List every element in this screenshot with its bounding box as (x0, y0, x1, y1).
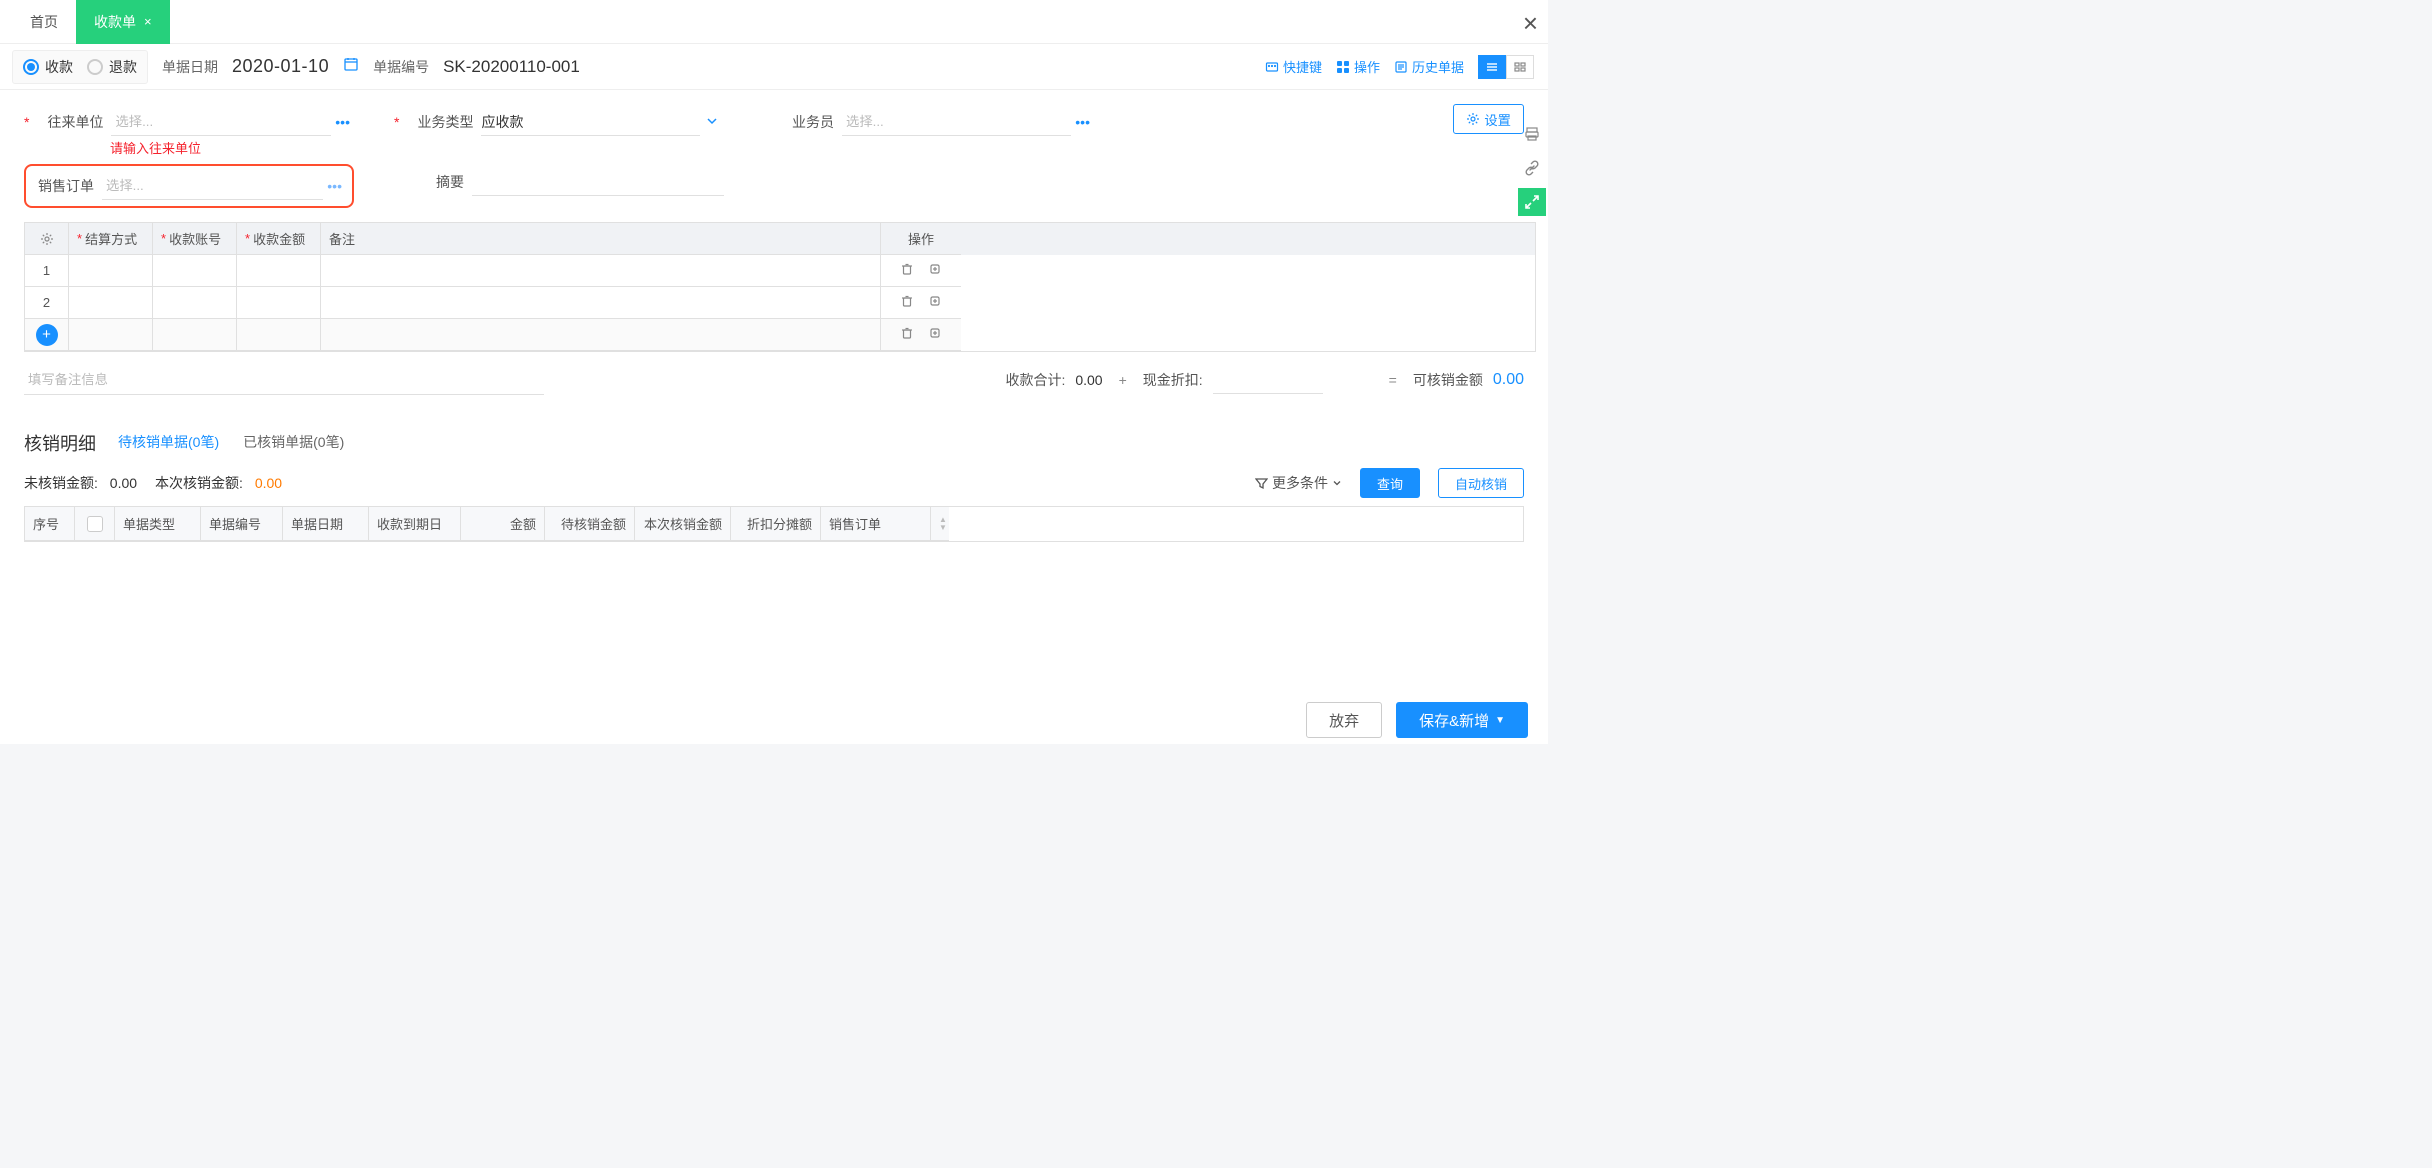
copy-icon[interactable] (928, 326, 942, 343)
summary-field: 摘要 (394, 164, 724, 200)
cell-amount[interactable] (237, 255, 321, 287)
total-value: 0.00 (1075, 372, 1102, 388)
net-value: 0.00 (1493, 371, 1524, 389)
more-conditions[interactable]: 更多条件 (1255, 473, 1342, 493)
gear-icon[interactable] (25, 223, 69, 255)
salesman-field: 业务员 ••• (764, 104, 1094, 140)
tab-receipt[interactable]: 收款单 × (76, 0, 170, 44)
type-toggle: 收款 退款 (12, 50, 148, 84)
row-number: 2 (25, 287, 69, 319)
cell-remark[interactable] (321, 255, 881, 287)
cell-amount[interactable] (237, 287, 321, 319)
salesorder-field: 销售订单 ••• (28, 168, 346, 204)
more-icon[interactable]: ••• (1071, 114, 1094, 130)
tab-pending[interactable]: 待核销单据(0笔) (116, 428, 221, 458)
partner-input[interactable] (111, 108, 331, 136)
window-close-icon[interactable]: × (1523, 8, 1538, 39)
copy-icon[interactable] (928, 262, 942, 279)
add-row-button[interactable]: + (25, 319, 69, 351)
calendar-icon[interactable] (343, 56, 359, 77)
row-number: 1 (25, 255, 69, 287)
view-card-icon[interactable] (1506, 55, 1534, 79)
tab-done[interactable]: 已核销单据(0笔) (241, 428, 346, 458)
auto-writeoff-button[interactable]: 自动核销 (1438, 468, 1524, 498)
history-link[interactable]: 历史单据 (1394, 57, 1464, 76)
radio-refund[interactable]: 退款 (87, 57, 137, 77)
cell-account[interactable] (153, 287, 237, 319)
code-label: 单据编号 (373, 57, 429, 77)
delete-icon[interactable] (900, 326, 914, 343)
code-value: SK-20200110-001 (443, 57, 580, 77)
view-list-icon[interactable] (1478, 55, 1506, 79)
writeoff-table: 序号 单据类型 单据编号 单据日期 收款到期日 金额 待核销金额 本次核销金额 … (24, 506, 1524, 542)
discount-input[interactable] (1213, 366, 1323, 394)
remark-input[interactable] (24, 365, 544, 395)
shortcut-link[interactable]: 快捷键 (1265, 57, 1322, 76)
chevron-down-icon: ▼ (1495, 715, 1505, 726)
date-value[interactable]: 2020-01-10 (232, 56, 329, 77)
rail-expand-icon[interactable] (1518, 188, 1546, 216)
cell-remark[interactable] (321, 287, 881, 319)
chevron-down-icon[interactable] (700, 114, 724, 130)
close-icon[interactable]: × (144, 14, 152, 29)
sort-icon[interactable]: ▲▼ (931, 507, 949, 541)
delete-icon[interactable] (900, 294, 914, 311)
cancel-button[interactable]: 放弃 (1306, 702, 1382, 738)
query-button[interactable]: 查询 (1360, 468, 1420, 498)
salesorder-input[interactable] (102, 172, 323, 200)
partner-error: 请输入往来单位 (24, 140, 354, 160)
cell-account[interactable] (153, 255, 237, 287)
tab-home[interactable]: 首页 (12, 0, 76, 44)
select-all-checkbox[interactable] (75, 507, 115, 541)
payment-table: *结算方式 *收款账号 *收款金额 备注 操作 1 2 (24, 222, 1536, 352)
cell-method[interactable] (69, 255, 153, 287)
date-label: 单据日期 (162, 57, 218, 77)
save-button[interactable]: 保存&新增 ▼ (1396, 702, 1528, 738)
writeoff-title: 核销明细 (24, 430, 96, 456)
delete-icon[interactable] (900, 262, 914, 279)
biztype-value[interactable]: 应收款 (481, 108, 700, 136)
copy-icon[interactable] (928, 294, 942, 311)
rail-print-icon[interactable] (1518, 120, 1546, 148)
salesman-input[interactable] (842, 108, 1071, 136)
tab-label: 收款单 (94, 12, 136, 32)
biztype-field: * 业务类型 应收款 (394, 104, 724, 140)
partner-field: * 往来单位 ••• (24, 104, 354, 140)
summary-input[interactable] (472, 168, 724, 196)
radio-receive[interactable]: 收款 (23, 57, 73, 77)
operate-link[interactable]: 操作 (1336, 57, 1380, 76)
more-icon[interactable]: ••• (331, 114, 354, 130)
more-icon[interactable]: ••• (323, 178, 346, 194)
settings-button[interactable]: 设置 (1453, 104, 1524, 134)
rail-link-icon[interactable] (1518, 154, 1546, 182)
cell-method[interactable] (69, 287, 153, 319)
